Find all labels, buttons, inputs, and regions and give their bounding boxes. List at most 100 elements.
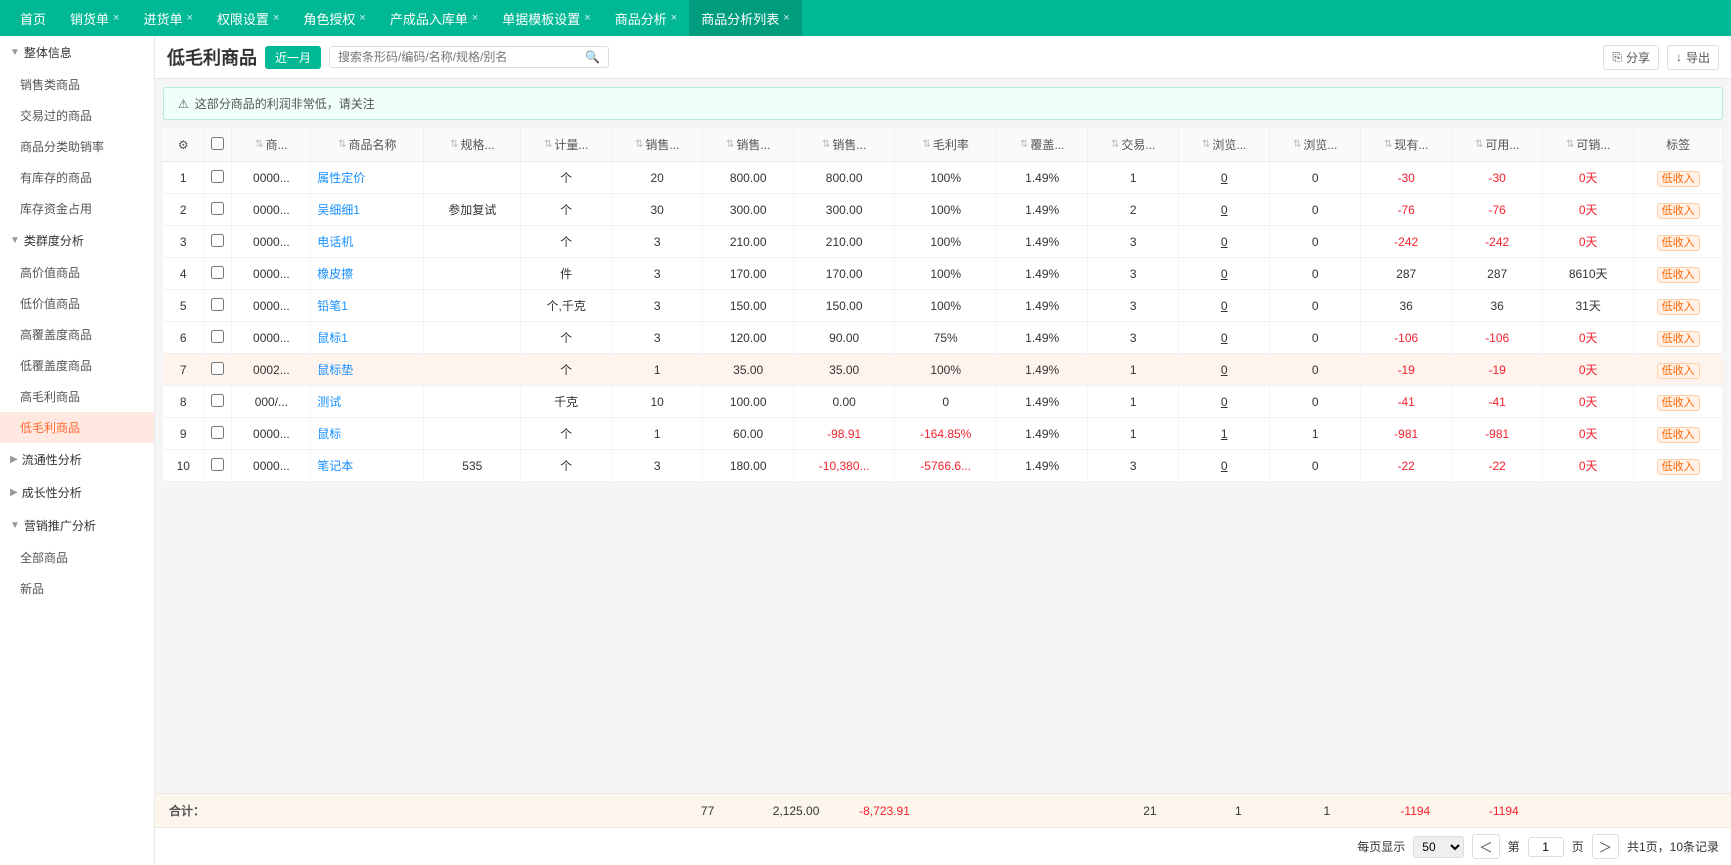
nav-item-角色授权[interactable]: 角色授权× bbox=[291, 0, 377, 36]
col-available-stock[interactable]: ⇅可用... bbox=[1452, 128, 1543, 162]
col-unit[interactable]: ⇅计量... bbox=[521, 128, 612, 162]
row-checkbox[interactable] bbox=[204, 450, 232, 482]
row-name[interactable]: 测试 bbox=[311, 386, 424, 418]
search-input[interactable] bbox=[338, 50, 585, 64]
filter-button[interactable]: 近一月 bbox=[265, 46, 321, 69]
export-button[interactable]: ↓ 导出 bbox=[1667, 45, 1719, 70]
nav-item-商品分析[interactable]: 商品分析× bbox=[603, 0, 689, 36]
col-sales-profit[interactable]: ⇅销售... bbox=[794, 128, 895, 162]
sidebar-section-整体信息[interactable]: ▼整体信息 bbox=[0, 36, 154, 69]
row-tag[interactable]: 低收入 bbox=[1634, 386, 1723, 418]
row-name[interactable]: 鼠标 bbox=[311, 418, 424, 450]
nav-item-销货单[interactable]: 销货单× bbox=[58, 0, 131, 36]
sidebar-item-有库存的商品[interactable]: 有库存的商品 bbox=[0, 162, 154, 193]
col-tag[interactable]: 标签 bbox=[1634, 128, 1723, 162]
sidebar-section-流通性分析[interactable]: ▶流通性分析 bbox=[0, 443, 154, 476]
row-select-checkbox[interactable] bbox=[211, 202, 224, 215]
row-name[interactable]: 电话机 bbox=[311, 226, 424, 258]
nav-item-单据模板设置[interactable]: 单据模板设置× bbox=[490, 0, 602, 36]
row-name[interactable]: 吴细细1 bbox=[311, 194, 424, 226]
nav-close-icon[interactable]: × bbox=[584, 12, 590, 24]
sidebar-item-库存资金占用[interactable]: 库存资金占用 bbox=[0, 193, 154, 224]
row-select-checkbox[interactable] bbox=[211, 458, 224, 471]
sidebar-item-低覆盖度商品[interactable]: 低覆盖度商品 bbox=[0, 350, 154, 381]
row-checkbox[interactable] bbox=[204, 386, 232, 418]
row-views1[interactable]: 0 bbox=[1179, 386, 1270, 418]
row-checkbox[interactable] bbox=[204, 162, 232, 194]
row-tag[interactable]: 低收入 bbox=[1634, 354, 1723, 386]
row-checkbox[interactable] bbox=[204, 322, 232, 354]
row-select-checkbox[interactable] bbox=[211, 234, 224, 247]
row-name[interactable]: 橡皮擦 bbox=[311, 258, 424, 290]
next-page-button[interactable]: ＞ bbox=[1592, 834, 1619, 859]
row-select-checkbox[interactable] bbox=[211, 362, 224, 375]
row-views1[interactable]: 0 bbox=[1179, 450, 1270, 482]
nav-close-icon[interactable]: × bbox=[671, 12, 677, 24]
nav-item-商品分析列表[interactable]: 商品分析列表× bbox=[689, 0, 801, 36]
row-tag[interactable]: 低收入 bbox=[1634, 194, 1723, 226]
row-tag[interactable]: 低收入 bbox=[1634, 258, 1723, 290]
col-saleable-days[interactable]: ⇅可销... bbox=[1543, 128, 1634, 162]
col-coverage[interactable]: ⇅覆盖... bbox=[997, 128, 1088, 162]
col-checkbox[interactable] bbox=[204, 128, 232, 162]
nav-close-icon[interactable]: × bbox=[186, 12, 192, 24]
row-select-checkbox[interactable] bbox=[211, 266, 224, 279]
row-views1[interactable]: 0 bbox=[1179, 322, 1270, 354]
sidebar-item-交易过的商品[interactable]: 交易过的商品 bbox=[0, 100, 154, 131]
col-spec[interactable]: ⇅规格... bbox=[424, 128, 521, 162]
col-sales-qty[interactable]: ⇅销售... bbox=[612, 128, 703, 162]
row-name[interactable]: 铅笔1 bbox=[311, 290, 424, 322]
col-code[interactable]: ⇅商... bbox=[232, 128, 311, 162]
sidebar-item-低价值商品[interactable]: 低价值商品 bbox=[0, 288, 154, 319]
row-checkbox[interactable] bbox=[204, 290, 232, 322]
row-views1[interactable]: 0 bbox=[1179, 354, 1270, 386]
nav-item-进货单[interactable]: 进货单× bbox=[131, 0, 204, 36]
share-button[interactable]: ⎘ 分享 bbox=[1603, 45, 1659, 70]
nav-close-icon[interactable]: × bbox=[472, 12, 478, 24]
sidebar-item-高毛利商品[interactable]: 高毛利商品 bbox=[0, 381, 154, 412]
row-tag[interactable]: 低收入 bbox=[1634, 322, 1723, 354]
page-size-select[interactable]: 50 20 100 bbox=[1413, 836, 1464, 858]
row-name[interactable]: 笔记本 bbox=[311, 450, 424, 482]
col-trade[interactable]: ⇅交易... bbox=[1088, 128, 1179, 162]
row-checkbox[interactable] bbox=[204, 354, 232, 386]
row-tag[interactable]: 低收入 bbox=[1634, 226, 1723, 258]
nav-close-icon[interactable]: × bbox=[113, 12, 119, 24]
sidebar-item-新品[interactable]: 新品 bbox=[0, 573, 154, 604]
nav-item-首页[interactable]: 首页 bbox=[8, 0, 58, 36]
nav-item-权限设置[interactable]: 权限设置× bbox=[205, 0, 291, 36]
col-views2[interactable]: ⇅浏览... bbox=[1270, 128, 1361, 162]
row-checkbox[interactable] bbox=[204, 258, 232, 290]
row-name[interactable]: 属性定价 bbox=[311, 162, 424, 194]
row-tag[interactable]: 低收入 bbox=[1634, 290, 1723, 322]
row-checkbox[interactable] bbox=[204, 226, 232, 258]
sidebar-section-类群度分析[interactable]: ▼类群度分析 bbox=[0, 224, 154, 257]
sidebar-item-全部商品[interactable]: 全部商品 bbox=[0, 542, 154, 573]
col-sales-amount[interactable]: ⇅销售... bbox=[703, 128, 794, 162]
nav-close-icon[interactable]: × bbox=[783, 12, 789, 24]
row-views1[interactable]: 0 bbox=[1179, 226, 1270, 258]
row-checkbox[interactable] bbox=[204, 418, 232, 450]
row-tag[interactable]: 低收入 bbox=[1634, 450, 1723, 482]
search-icon[interactable]: 🔍 bbox=[585, 50, 600, 64]
row-views1[interactable]: 0 bbox=[1179, 162, 1270, 194]
row-select-checkbox[interactable] bbox=[211, 330, 224, 343]
sidebar-item-销售类商品[interactable]: 销售类商品 bbox=[0, 69, 154, 100]
sidebar-item-低毛利商品[interactable]: 低毛利商品 bbox=[0, 412, 154, 443]
row-select-checkbox[interactable] bbox=[211, 170, 224, 183]
col-settings[interactable]: ⚙ bbox=[163, 128, 204, 162]
sidebar-item-商品分类助销率[interactable]: 商品分类助销率 bbox=[0, 131, 154, 162]
col-views1[interactable]: ⇅浏览... bbox=[1179, 128, 1270, 162]
row-select-checkbox[interactable] bbox=[211, 394, 224, 407]
prev-page-button[interactable]: ＜ bbox=[1472, 834, 1499, 859]
sidebar-section-营销推广分析[interactable]: ▼营销推广分析 bbox=[0, 509, 154, 542]
row-select-checkbox[interactable] bbox=[211, 298, 224, 311]
row-views1[interactable]: 1 bbox=[1179, 418, 1270, 450]
select-all-checkbox[interactable] bbox=[211, 137, 224, 150]
nav-close-icon[interactable]: × bbox=[273, 12, 279, 24]
sidebar-item-高价值商品[interactable]: 高价值商品 bbox=[0, 257, 154, 288]
col-name[interactable]: ⇅商品名称 bbox=[311, 128, 424, 162]
sidebar-item-高覆盖度商品[interactable]: 高覆盖度商品 bbox=[0, 319, 154, 350]
row-checkbox[interactable] bbox=[204, 194, 232, 226]
page-input[interactable] bbox=[1528, 837, 1564, 857]
